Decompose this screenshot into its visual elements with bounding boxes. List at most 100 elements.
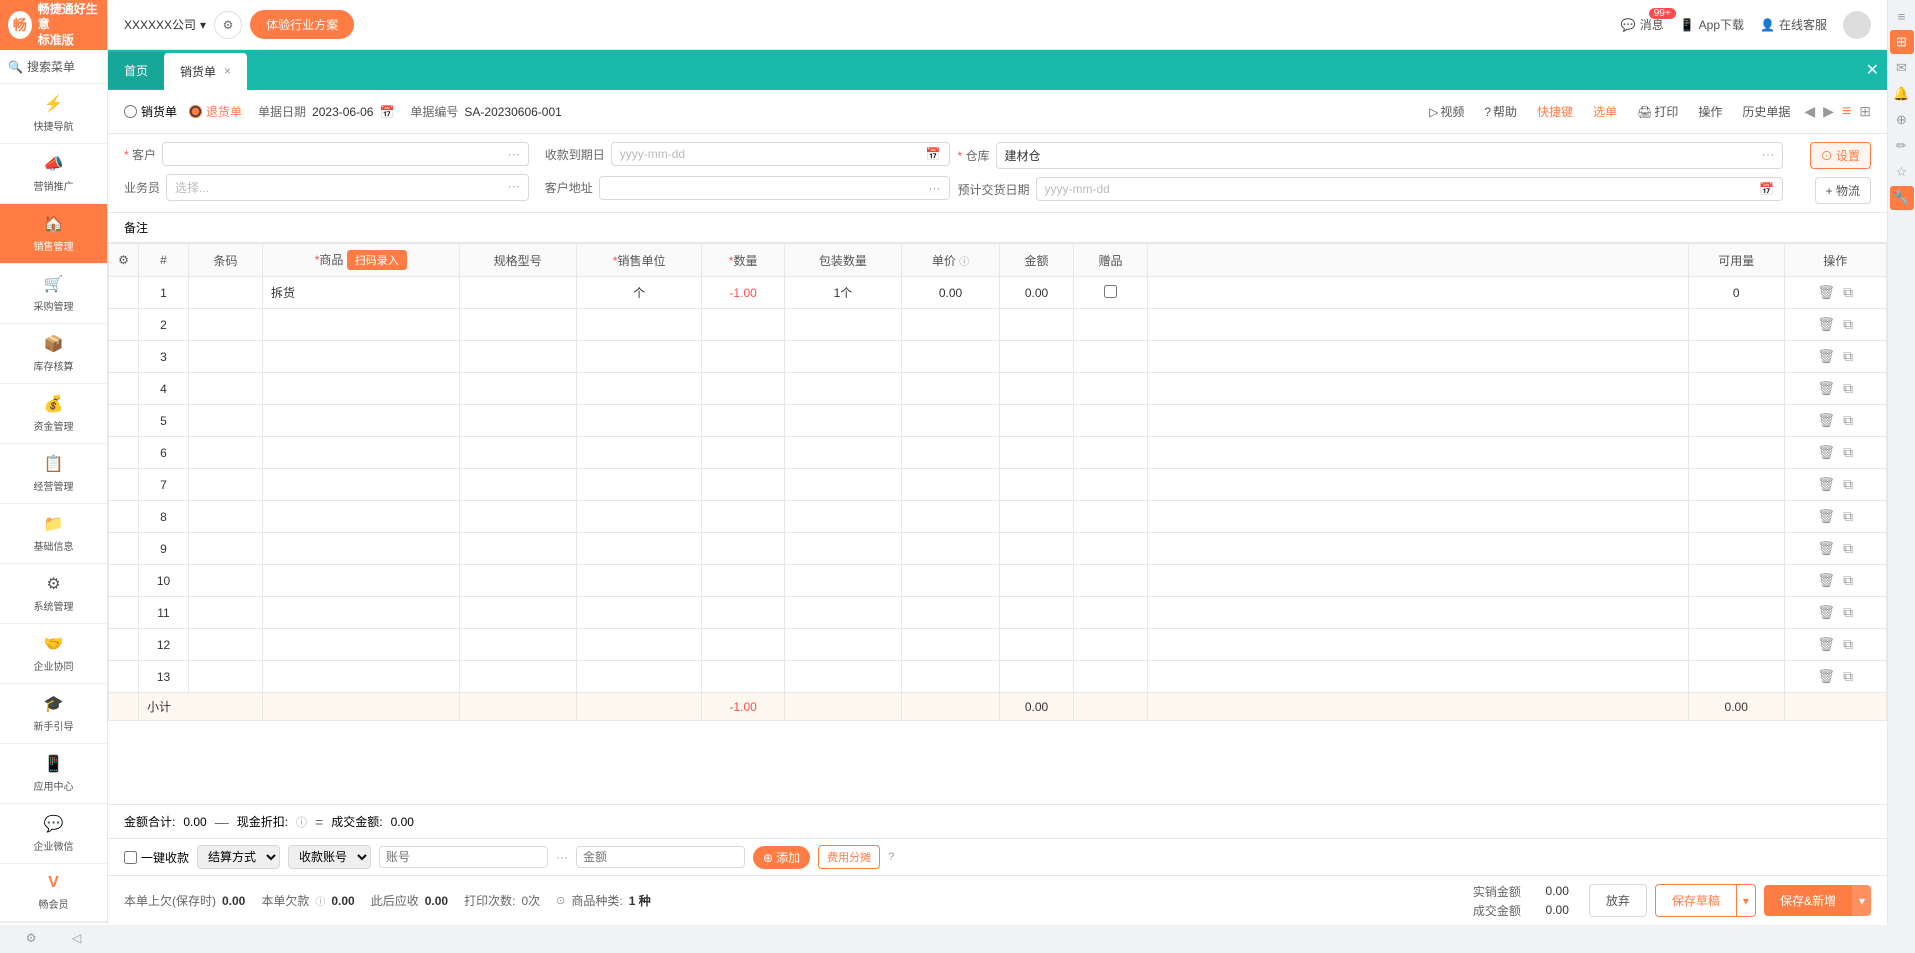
expected-date-input[interactable]: yyyy-mm-dd 📅 (1036, 177, 1783, 201)
abandon-button[interactable]: 放弃 (1589, 884, 1647, 917)
row-barcode[interactable] (189, 309, 263, 341)
row-pack-qty[interactable] (784, 437, 901, 469)
row-copy-icon[interactable]: ⧉ (1841, 666, 1855, 687)
table-settings-icon[interactable]: ⚙ (118, 253, 129, 267)
row-copy-icon[interactable]: ⧉ (1841, 538, 1855, 559)
row-delete-icon[interactable]: 🗑 (1815, 602, 1837, 623)
customer-input[interactable]: ··· (162, 142, 529, 166)
row-spec[interactable] (459, 533, 576, 565)
one-click-pay-checkbox[interactable]: 一键收款 (124, 849, 189, 866)
scan-button[interactable]: 扫码录入 (347, 250, 407, 270)
row-price[interactable] (902, 533, 1000, 565)
message-button[interactable]: 💬 消息 99+ (1621, 16, 1664, 33)
grid-view-icon[interactable]: ⊞ (1859, 103, 1871, 120)
expense-split-button[interactable]: 费用分摊 (818, 845, 880, 869)
remarks-input[interactable] (156, 224, 1871, 232)
row-amount[interactable] (1000, 661, 1074, 693)
sidebar-item-marketing[interactable]: 📣 营销推广 (0, 144, 107, 204)
row-barcode[interactable] (189, 341, 263, 373)
row-spec[interactable] (459, 469, 576, 501)
row-barcode[interactable] (189, 629, 263, 661)
row-delete-icon[interactable]: 🗑 (1815, 346, 1837, 367)
operate-btn[interactable]: 操作 (1692, 100, 1728, 123)
row-spec[interactable] (459, 629, 576, 661)
topbar-settings-button[interactable]: ⚙ (214, 11, 242, 39)
company-selector[interactable]: XXXXXX公司 ▾ (124, 16, 206, 33)
right-panel-btn-6[interactable]: ✏ (1890, 134, 1914, 158)
nav-prev-icon[interactable]: ◀ (1804, 103, 1815, 120)
row-product[interactable] (262, 437, 459, 469)
row-copy-icon[interactable]: ⧉ (1841, 346, 1855, 367)
row-product[interactable] (262, 501, 459, 533)
sidebar-settings-icon[interactable]: ⚙ (26, 931, 37, 945)
row-product[interactable] (262, 373, 459, 405)
row-gift[interactable] (1074, 405, 1148, 437)
row-gift[interactable] (1074, 565, 1148, 597)
right-panel-btn-7[interactable]: ☆ (1890, 160, 1914, 184)
row-product[interactable] (262, 661, 459, 693)
sidebar-item-guide[interactable]: 🎓 新手引导 (0, 684, 107, 744)
row-pack-qty[interactable] (784, 341, 901, 373)
sidebar-item-inventory[interactable]: 📦 库存核算 (0, 324, 107, 384)
row-unit[interactable] (576, 533, 702, 565)
sidebar-item-sales[interactable]: 🏠 销售管理 (0, 204, 107, 264)
row-qty[interactable] (702, 565, 784, 597)
row-price[interactable] (902, 405, 1000, 437)
row-unit[interactable] (576, 469, 702, 501)
row-qty[interactable] (702, 405, 784, 437)
sidebar-item-basic[interactable]: 📁 基础信息 (0, 504, 107, 564)
row-barcode[interactable] (189, 501, 263, 533)
row-product[interactable]: 拆货 (262, 277, 459, 309)
row-unit[interactable] (576, 661, 702, 693)
row-copy-icon[interactable]: ⧉ (1841, 506, 1855, 527)
print-btn[interactable]: 🖨 打印 (1631, 100, 1684, 123)
row-price[interactable] (902, 341, 1000, 373)
row-gift[interactable] (1074, 533, 1148, 565)
row-copy-icon[interactable]: ⧉ (1841, 602, 1855, 623)
tabbar-close-icon[interactable]: ✕ (1866, 60, 1879, 80)
row-delete-icon[interactable]: 🗑 (1815, 442, 1837, 463)
wuliu-button[interactable]: + 物流 (1815, 177, 1871, 204)
row-unit[interactable]: 个 (576, 277, 702, 309)
amount-input[interactable] (576, 846, 745, 868)
app-download-button[interactable]: 📱 App下载 (1680, 16, 1744, 33)
row-unit[interactable] (576, 501, 702, 533)
row-product[interactable] (262, 629, 459, 661)
row-delete-icon[interactable]: 🗑 (1815, 666, 1837, 687)
row-pack-qty[interactable] (784, 469, 901, 501)
row-unit[interactable] (576, 565, 702, 597)
sidebar-item-system[interactable]: ⚙ 系统管理 (0, 564, 107, 624)
row-delete-icon[interactable]: 🗑 (1815, 570, 1837, 591)
row-spec[interactable] (459, 277, 576, 309)
row-price[interactable]: 0.00 (902, 277, 1000, 309)
add-payment-button[interactable]: ⊕ 添加 (753, 846, 810, 869)
row-barcode[interactable] (189, 469, 263, 501)
row-gift[interactable] (1074, 661, 1148, 693)
right-panel-btn-3[interactable]: ✉ (1890, 56, 1914, 80)
history-btn[interactable]: 历史单据 (1736, 100, 1796, 123)
row-unit[interactable] (576, 341, 702, 373)
row-barcode[interactable] (189, 437, 263, 469)
row-pack-qty[interactable] (784, 565, 901, 597)
due-date-input[interactable]: yyyy-mm-dd 📅 (611, 142, 950, 166)
row-unit[interactable] (576, 405, 702, 437)
row-product[interactable] (262, 309, 459, 341)
row-barcode[interactable] (189, 533, 263, 565)
payment-method-select[interactable]: 结算方式 (197, 845, 280, 869)
online-service-button[interactable]: 👤 在线客服 (1760, 16, 1827, 33)
row-gift[interactable] (1074, 437, 1148, 469)
row-amount[interactable] (1000, 405, 1074, 437)
nav-next-icon[interactable]: ▶ (1823, 103, 1834, 120)
row-spec[interactable] (459, 597, 576, 629)
row-delete-icon[interactable]: 🗑 (1815, 282, 1837, 303)
row-price[interactable] (902, 309, 1000, 341)
row-barcode[interactable] (189, 661, 263, 693)
row-amount[interactable] (1000, 629, 1074, 661)
sidebar-item-wechat[interactable]: 💬 企业微信 (0, 804, 107, 864)
right-panel-btn-4[interactable]: 🔔 (1890, 82, 1914, 106)
list-view-icon[interactable]: ≡ (1842, 103, 1851, 121)
account-select[interactable]: 收款账号 (288, 845, 371, 869)
help-btn[interactable]: ? 帮助 (1478, 100, 1523, 123)
row-spec[interactable] (459, 405, 576, 437)
save-new-dropdown[interactable]: ▾ (1852, 885, 1871, 916)
